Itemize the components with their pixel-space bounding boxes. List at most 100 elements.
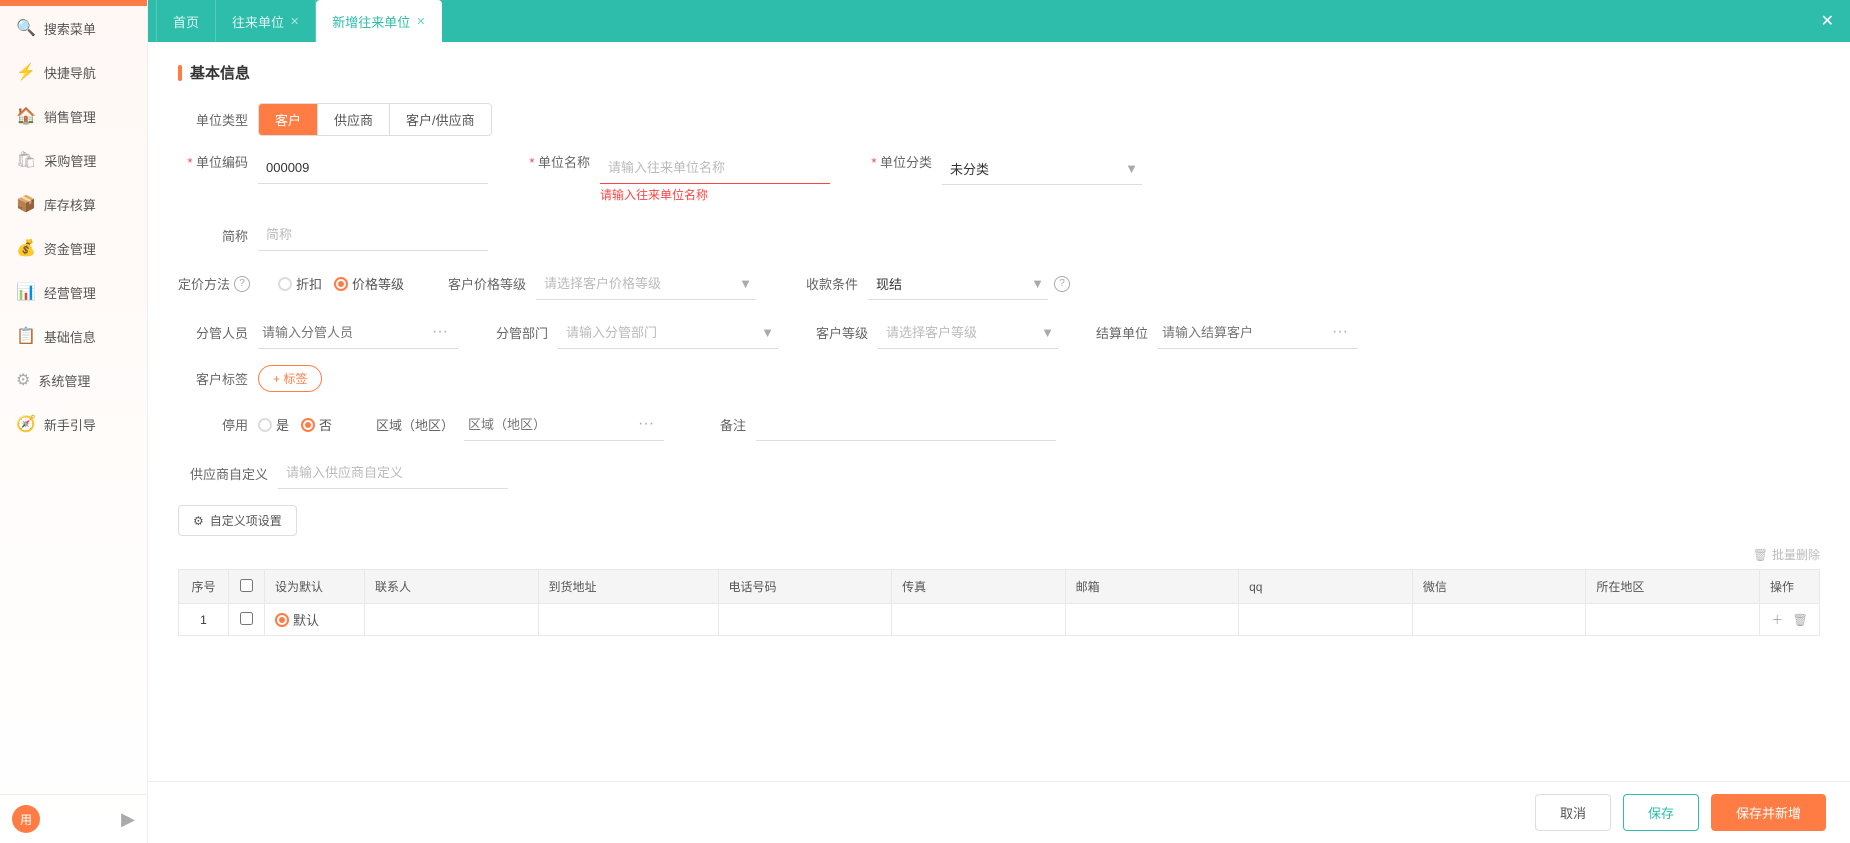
phone-input[interactable]: [729, 612, 882, 627]
tab-unit-close-icon[interactable]: ✕: [290, 15, 299, 28]
pricing-row: 定价方法 ? 折扣 价格等级 客户价格等级 ▼ 收款条件: [178, 267, 1820, 300]
row-qq[interactable]: [1239, 604, 1413, 636]
pricing-level-radio[interactable]: 价格等级: [334, 274, 404, 293]
window-close-icon[interactable]: ✕: [1813, 11, 1842, 31]
sidebar-label-inventory: 库存核算: [44, 195, 96, 214]
add-tag-btn[interactable]: + 标签: [258, 365, 322, 392]
region-label: 区域（地区）: [364, 415, 464, 434]
customer-level-label: 客户等级: [798, 323, 878, 342]
custom-settings-area: ⚙ 自定义项设置: [178, 505, 1820, 536]
customer-price-input[interactable]: [536, 267, 726, 299]
col-phone: 电话号码: [718, 570, 892, 604]
table-area: 🗑 批量删除 序号 设为默认 联系人 到货地址 电话号码 传真 邮箱 qq: [178, 546, 1820, 636]
remark-input[interactable]: [756, 409, 1056, 441]
tab-new-unit[interactable]: 新增往来单位 ✕: [316, 0, 442, 42]
manager-row: 分管人员 ··· 分管部门 ▼ 客户等级 ▼ 结算单位 ···: [178, 316, 1820, 349]
col-check: [229, 570, 265, 604]
row-email[interactable]: [1065, 604, 1239, 636]
sidebar-label-system: 系统管理: [38, 371, 90, 390]
sidebar-item-inventory[interactable]: 📦 库存核算: [0, 182, 147, 226]
level-label: 价格等级: [352, 274, 404, 293]
sidebar-item-finance[interactable]: 💰 资金管理: [0, 226, 147, 270]
code-name-category-row: 单位编码 单位名称 请输入往来单位名称 单位分类 ▼: [178, 152, 1820, 203]
sidebar-bottom: 用 ▶: [0, 794, 147, 843]
sidebar-item-basic[interactable]: 📋 基础信息: [0, 314, 147, 358]
supplier-custom-input[interactable]: [278, 457, 508, 489]
row-index: 1: [179, 604, 229, 636]
region-input[interactable]: [464, 408, 634, 440]
dept-input[interactable]: [558, 316, 748, 348]
disabled-yes-radio[interactable]: 是: [258, 415, 289, 434]
email-input[interactable]: [1076, 612, 1229, 627]
tab-new-unit-label: 新增往来单位: [332, 12, 410, 31]
payment-input[interactable]: [868, 267, 1018, 299]
cancel-btn[interactable]: 取消: [1535, 794, 1611, 831]
discount-label: 折扣: [296, 274, 322, 293]
tab-home[interactable]: 首页: [156, 0, 216, 42]
expand-icon[interactable]: ▶: [121, 809, 135, 830]
sidebar-item-sales[interactable]: 🏠 销售管理: [0, 94, 147, 138]
batch-delete-btn[interactable]: 🗑 批量删除: [1753, 546, 1820, 563]
row-wechat[interactable]: [1412, 604, 1586, 636]
sidebar-label-sales: 销售管理: [44, 107, 96, 126]
sidebar-item-system[interactable]: ⚙ 系统管理: [0, 358, 147, 402]
col-region: 所在地区: [1586, 570, 1760, 604]
disabled-radio-group: 是 否: [258, 415, 332, 434]
custom-settings-btn[interactable]: ⚙ 自定义项设置: [178, 505, 297, 536]
row-contact[interactable]: [365, 604, 539, 636]
save-and-new-btn[interactable]: 保存并新增: [1711, 794, 1826, 831]
disabled-no-radio[interactable]: 否: [301, 415, 332, 434]
row-delete-btn[interactable]: 🗑: [1793, 613, 1808, 627]
row-address[interactable]: [538, 604, 718, 636]
settlement-dots-btn[interactable]: ···: [1328, 323, 1352, 341]
contact-input[interactable]: [375, 612, 528, 627]
payment-help-icon[interactable]: ?: [1054, 276, 1070, 292]
tab-new-unit-close-icon[interactable]: ✕: [416, 15, 425, 28]
unit-type-supplier-btn[interactable]: 供应商: [318, 104, 390, 135]
customer-level-chevron-icon: ▼: [1041, 325, 1054, 340]
region-dots-btn[interactable]: ···: [634, 415, 658, 433]
row-default-radio[interactable]: 默认: [275, 610, 354, 629]
abbr-input[interactable]: [258, 219, 488, 251]
pricing-help-icon[interactable]: ?: [234, 276, 250, 292]
code-input[interactable]: [258, 152, 488, 184]
guide-icon: 🧭: [16, 414, 36, 434]
sidebar-item-quicknav[interactable]: ⚡ 快捷导航: [0, 50, 147, 94]
select-all-checkbox[interactable]: [240, 579, 253, 592]
category-input[interactable]: [942, 152, 1112, 184]
disabled-no-label: 否: [319, 415, 332, 434]
sales-icon: 🏠: [16, 106, 36, 126]
row-checkbox[interactable]: [240, 612, 253, 625]
manager-dots-btn[interactable]: ···: [428, 323, 452, 341]
manager-input[interactable]: [258, 316, 428, 348]
row-fax[interactable]: [892, 604, 1066, 636]
col-contact: 联系人: [365, 570, 539, 604]
pricing-discount-radio[interactable]: 折扣: [278, 274, 322, 293]
row-checkbox-cell: [229, 604, 265, 636]
unit-type-both-btn[interactable]: 客户/供应商: [390, 104, 491, 135]
add-tag-label: + 标签: [273, 370, 307, 387]
sidebar-item-purchase[interactable]: 🛍 采购管理: [0, 138, 147, 182]
save-btn[interactable]: 保存: [1623, 794, 1699, 831]
col-default: 设为默认: [265, 570, 365, 604]
finance-icon: 💰: [16, 238, 36, 258]
wechat-input[interactable]: [1423, 612, 1576, 627]
settlement-input[interactable]: [1158, 316, 1328, 348]
row-add-btn[interactable]: ＋: [1771, 613, 1783, 627]
address-input[interactable]: [549, 612, 708, 627]
row-phone[interactable]: [718, 604, 892, 636]
disabled-yes-label: 是: [276, 415, 289, 434]
pricing-label: 定价方法 ?: [178, 274, 278, 293]
unit-type-customer-btn[interactable]: 客户: [259, 104, 318, 135]
sidebar-item-search[interactable]: 🔍 搜索菜单: [0, 6, 147, 50]
region-select-input[interactable]: [1596, 612, 1749, 627]
sidebar-item-guide[interactable]: 🧭 新手引导: [0, 402, 147, 446]
sidebar-item-operations[interactable]: 📊 经营管理: [0, 270, 147, 314]
row-region[interactable]: [1586, 604, 1760, 636]
qq-input[interactable]: [1249, 612, 1402, 627]
disabled-yes-circle: [258, 418, 272, 432]
customer-level-input[interactable]: [878, 316, 1028, 348]
fax-input[interactable]: [902, 612, 1055, 627]
tab-unit[interactable]: 往来单位 ✕: [216, 0, 316, 42]
name-input[interactable]: [600, 152, 830, 184]
